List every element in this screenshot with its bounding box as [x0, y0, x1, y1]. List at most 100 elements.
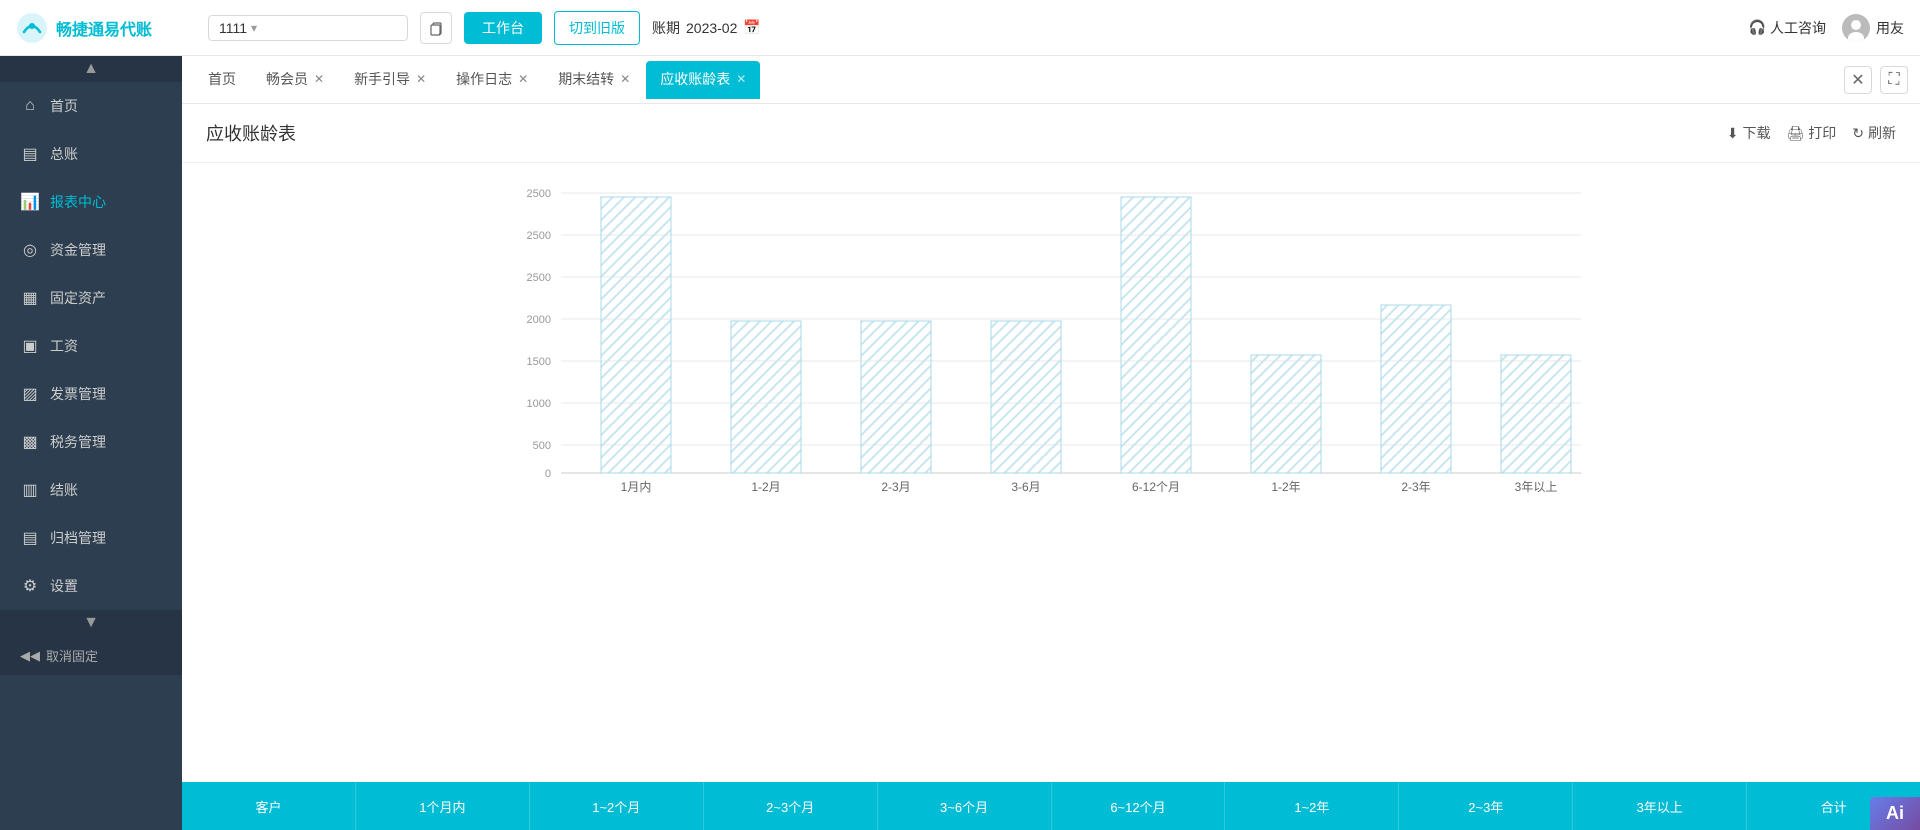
svg-text:2000: 2000 [527, 314, 551, 326]
tab-aging[interactable]: 应收账龄表 ✕ [646, 61, 760, 99]
home-icon: ⌂ [20, 97, 40, 115]
svg-text:3-6月: 3-6月 [1011, 480, 1040, 494]
col-1-2month: 1~2个月 [530, 782, 704, 830]
company-selector[interactable]: 1111 ▾ [208, 15, 408, 41]
ai-badge[interactable]: Ai [1870, 797, 1920, 830]
sidebar-label-settings: 设置 [50, 576, 78, 596]
reports-icon: 📊 [20, 192, 40, 212]
period-label: 账期 [652, 18, 680, 38]
tab-oplog-close[interactable]: ✕ [518, 72, 528, 86]
col-3year-plus: 3年以上 [1573, 782, 1747, 830]
download-icon: ⬇ [1727, 125, 1739, 142]
ai-label: Ai [1886, 803, 1904, 823]
tab-period-end-close[interactable]: ✕ [620, 72, 630, 86]
sidebar-label-assets: 固定资产 [50, 288, 106, 308]
download-button[interactable]: ⬇ 下载 [1727, 123, 1771, 143]
tab-member-label: 畅会员 [266, 69, 308, 89]
copy-button[interactable] [420, 12, 452, 44]
avatar [1842, 14, 1870, 42]
pin-icon: ◀◀ [20, 648, 40, 664]
refresh-button[interactable]: ↻ 刷新 [1852, 123, 1896, 143]
invoice-icon: ▨ [20, 384, 40, 404]
tab-aging-close[interactable]: ✕ [736, 72, 746, 86]
sidebar-item-ledger[interactable]: ▤ 总账 [0, 130, 182, 178]
sidebar-label-ledger: 总账 [50, 144, 78, 164]
workbench-button[interactable]: 工作台 [464, 12, 542, 44]
chart-area: 2500 2500 2500 2000 1500 1000 500 0 [182, 163, 1920, 782]
chevron-down-icon: ▾ [251, 21, 257, 35]
svg-text:1000: 1000 [527, 398, 551, 410]
page-header: 应收账龄表 ⬇ 下载 🖨 打印 ↻ 刷新 [182, 104, 1920, 163]
svg-text:2500: 2500 [527, 272, 551, 284]
close-all-button[interactable]: ✕ [1844, 66, 1872, 94]
user-area[interactable]: 用友 [1842, 14, 1904, 42]
sidebar: ▲ ⌂ 首页 ▤ 总账 📊 报表中心 ◎ 资金管理 ▦ 固定资产 ▣ 工资 ▨ … [0, 56, 182, 830]
tab-home-label: 首页 [208, 69, 236, 89]
sidebar-label-funds: 资金管理 [50, 240, 106, 260]
avatar-icon [1842, 14, 1870, 42]
print-icon: 🖨 [1786, 125, 1804, 142]
tab-oplog-label: 操作日志 [456, 69, 512, 89]
content-area: 首页 畅会员 ✕ 新手引导 ✕ 操作日志 ✕ 期末结转 ✕ 应收账龄表 ✕ [182, 56, 1920, 830]
tab-bar: 首页 畅会员 ✕ 新手引导 ✕ 操作日志 ✕ 期末结转 ✕ 应收账龄表 ✕ [182, 56, 1920, 104]
tab-member-close[interactable]: ✕ [314, 72, 324, 86]
sidebar-scroll-up[interactable]: ▲ [0, 56, 182, 82]
svg-text:3年以上: 3年以上 [1515, 480, 1558, 494]
cancel-fixed-button[interactable]: ◀◀ 取消固定 [0, 636, 182, 675]
print-button[interactable]: 🖨 打印 [1786, 123, 1836, 143]
svg-text:1月内: 1月内 [621, 480, 652, 494]
user-name: 用友 [1876, 18, 1904, 38]
table-header: 客户 1个月内 1~2个月 2~3个月 3~6个月 6~12个月 1~2年 2~… [182, 782, 1920, 830]
refresh-label: 刷新 [1868, 123, 1896, 143]
salary-icon: ▣ [20, 336, 40, 356]
top-header: 畅捷通易代账 1111 ▾ 工作台 切到旧版 账期 2023-02 📅 🎧 人工… [0, 0, 1920, 56]
col-6-12month: 6~12个月 [1052, 782, 1226, 830]
headphone-icon: 🎧 [1749, 19, 1766, 36]
tab-guide[interactable]: 新手引导 ✕ [340, 61, 440, 99]
tab-home[interactable]: 首页 [194, 61, 250, 99]
sidebar-item-tax[interactable]: ▩ 税务管理 [0, 418, 182, 466]
svg-text:6-12个月: 6-12个月 [1132, 480, 1180, 494]
sidebar-item-reports[interactable]: 📊 报表中心 [0, 178, 182, 226]
tab-oplog[interactable]: 操作日志 ✕ [442, 61, 542, 99]
assets-icon: ▦ [20, 288, 40, 308]
sidebar-item-funds[interactable]: ◎ 资金管理 [0, 226, 182, 274]
sidebar-label-salary: 工资 [50, 336, 78, 356]
page-title: 应收账龄表 [206, 120, 296, 146]
sidebar-scroll-down[interactable]: ▼ [0, 610, 182, 636]
svg-text:2500: 2500 [527, 230, 551, 242]
sidebar-item-home[interactable]: ⌂ 首页 [0, 82, 182, 130]
download-label: 下载 [1742, 123, 1770, 143]
tab-period-end[interactable]: 期末结转 ✕ [544, 61, 644, 99]
sidebar-label-tax: 税务管理 [50, 432, 106, 452]
header-right: 🎧 人工咨询 用友 [1749, 14, 1904, 42]
svg-text:500: 500 [533, 440, 551, 452]
app-name: 畅捷通易代账 [56, 16, 152, 40]
cancel-fixed-label: 取消固定 [46, 646, 98, 665]
sidebar-item-assets[interactable]: ▦ 固定资产 [0, 274, 182, 322]
ledger-icon: ▤ [20, 144, 40, 164]
copy-icon [428, 20, 444, 36]
aging-chart: 2500 2500 2500 2000 1500 1000 500 0 [206, 183, 1896, 523]
sidebar-item-invoice[interactable]: ▨ 发票管理 [0, 370, 182, 418]
svg-text:2-3月: 2-3月 [881, 480, 910, 494]
switch-version-button[interactable]: 切到旧版 [554, 11, 640, 45]
tax-icon: ▩ [20, 432, 40, 452]
consultant-button[interactable]: 🎧 人工咨询 [1749, 18, 1826, 38]
calendar-icon[interactable]: 📅 [743, 19, 760, 36]
sidebar-label-archive: 归档管理 [50, 528, 106, 548]
sidebar-label-reports: 报表中心 [50, 192, 106, 212]
logo-area: 畅捷通易代账 [16, 12, 196, 44]
tab-guide-label: 新手引导 [354, 69, 410, 89]
page-content: 应收账龄表 ⬇ 下载 🖨 打印 ↻ 刷新 [182, 104, 1920, 830]
tab-member[interactable]: 畅会员 ✕ [252, 61, 338, 99]
svg-text:2-3年: 2-3年 [1401, 480, 1430, 494]
sidebar-item-settings[interactable]: ⚙ 设置 [0, 562, 182, 610]
sidebar-item-salary[interactable]: ▣ 工资 [0, 322, 182, 370]
maximize-button[interactable]: ⛶ [1880, 66, 1908, 94]
sidebar-item-checkout[interactable]: ▥ 结账 [0, 466, 182, 514]
page-actions: ⬇ 下载 🖨 打印 ↻ 刷新 [1727, 123, 1896, 143]
tab-guide-close[interactable]: ✕ [416, 72, 426, 86]
funds-icon: ◎ [20, 240, 40, 260]
sidebar-item-archive[interactable]: ▤ 归档管理 [0, 514, 182, 562]
